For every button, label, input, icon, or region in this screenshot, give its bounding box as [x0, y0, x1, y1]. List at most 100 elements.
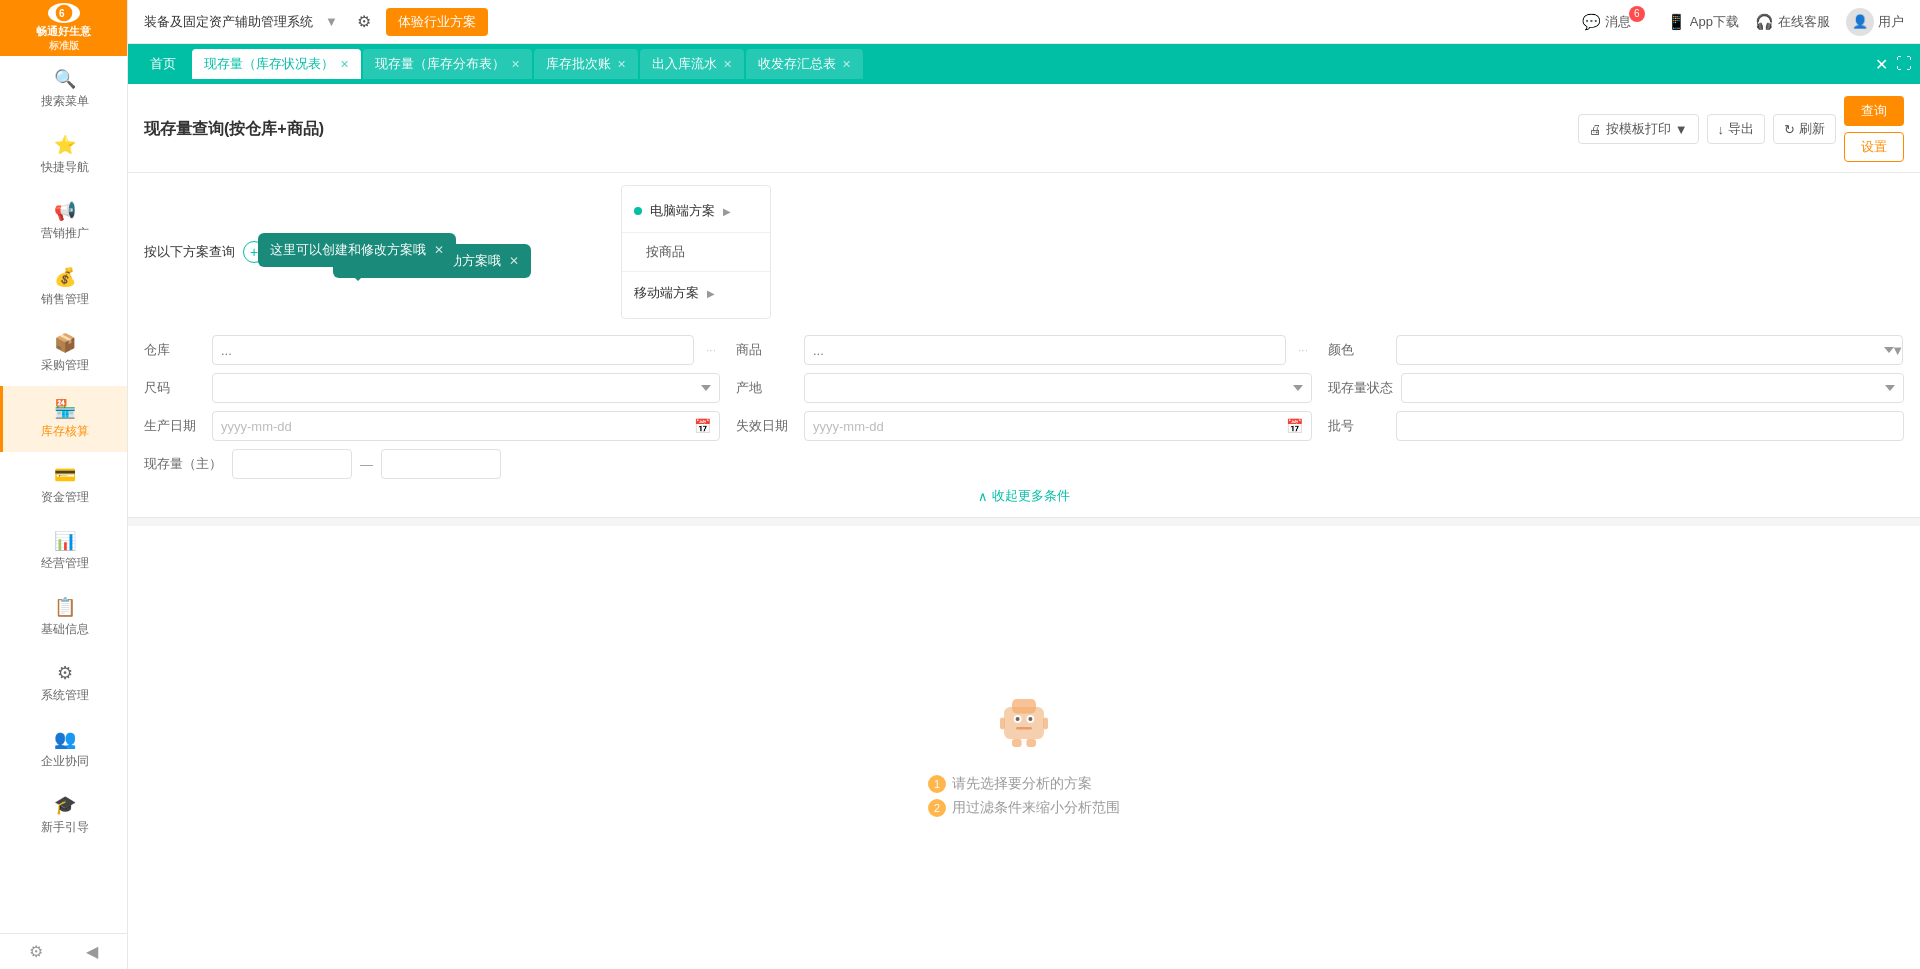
message-icon: 💬: [1582, 13, 1601, 31]
batch-input[interactable]: [1396, 411, 1904, 441]
page-actions: 🖨 按模板打印 ▼ ↓ 导出 ↻ 刷新 查询 设置: [1578, 96, 1904, 162]
system-title: 装备及固定资产辅助管理系统: [144, 13, 313, 31]
tab-bar: 首页 现存量（库存状况表） ✕ 现存量（库存分布表） ✕ 库存批次账 ✕ 出入库…: [128, 44, 1920, 84]
purchase-icon: 📦: [54, 332, 76, 354]
sidebar-item-marketing[interactable]: 📢 营销推广: [0, 188, 127, 254]
app-download-btn[interactable]: 📱 App下载: [1667, 13, 1739, 31]
refresh-btn[interactable]: ↻ 刷新: [1773, 114, 1836, 144]
production-date-placeholder: yyyy-mm-dd: [221, 419, 292, 434]
desktop-scheme-item[interactable]: 电脑端方案 ▶: [622, 194, 770, 228]
color-label: 颜色: [1328, 341, 1388, 359]
template-print-btn[interactable]: 🖨 按模板打印 ▼: [1578, 114, 1699, 144]
production-date-input[interactable]: yyyy-mm-dd 📅: [212, 411, 720, 441]
stock-status-label: 现存量状态: [1328, 379, 1393, 397]
svg-rect-12: [1026, 739, 1036, 747]
tooltip-close-btn[interactable]: ✕: [509, 254, 519, 268]
stock-status-filter: 现存量状态: [1328, 373, 1904, 403]
tab-close-icon[interactable]: ✕: [340, 58, 349, 71]
tab-close-icon[interactable]: ✕: [511, 58, 520, 71]
sidebar-item-label: 营销推广: [41, 225, 89, 242]
tooltip2-close-btn[interactable]: ✕: [434, 243, 444, 257]
avatar: 👤: [1846, 8, 1874, 36]
goods-input[interactable]: [804, 335, 1286, 365]
add-icon: +: [250, 244, 258, 260]
finance-icon: 💳: [54, 464, 76, 486]
export-btn[interactable]: ↓ 导出: [1707, 114, 1766, 144]
calendar-icon2: 📅: [1286, 418, 1303, 434]
sidebar-item-collab[interactable]: 👥 企业协同: [0, 716, 127, 782]
tab-summary[interactable]: 收发存汇总表 ✕: [746, 49, 863, 79]
size-filter: 尺码: [144, 373, 720, 403]
filter-grid-row3: 生产日期 yyyy-mm-dd 📅 失效日期 yyyy-mm-dd 📅 批号: [144, 411, 1904, 441]
collapse-btn[interactable]: ∧ 收起更多条件: [144, 487, 1904, 505]
warehouse-input[interactable]: [212, 335, 694, 365]
svg-rect-3: [1012, 699, 1036, 713]
stock-qty-min-input[interactable]: [232, 449, 352, 479]
phone-icon: 📱: [1667, 13, 1686, 31]
template-print-label: 按模板打印: [1606, 120, 1671, 138]
sidebar-item-label: 库存核算: [41, 423, 89, 440]
support-icon: 🎧: [1755, 13, 1774, 31]
origin-select[interactable]: [804, 373, 1312, 403]
stock-status-select[interactable]: [1401, 373, 1904, 403]
header-settings-icon[interactable]: ⚙: [350, 8, 378, 36]
tab-close-icon[interactable]: ✕: [617, 58, 626, 71]
user-btn[interactable]: 👤 用户: [1846, 8, 1904, 36]
origin-filter: 产地: [736, 373, 1312, 403]
sidebar-item-management[interactable]: 📊 经营管理: [0, 518, 127, 584]
industry-btn[interactable]: 体验行业方案: [386, 8, 488, 36]
production-date-label: 生产日期: [144, 417, 204, 435]
inventory-icon: 🏪: [54, 398, 76, 420]
reset-btn[interactable]: 设置: [1844, 132, 1904, 162]
sidebar-item-system[interactable]: ⚙ 系统管理: [0, 650, 127, 716]
expiry-date-input[interactable]: yyyy-mm-dd 📅: [804, 411, 1312, 441]
color-filter: 颜色 ▼: [1328, 335, 1904, 365]
stock-qty-max-input[interactable]: [381, 449, 501, 479]
color-select[interactable]: [1396, 335, 1903, 365]
sidebar-item-guide[interactable]: 🎓 新手引导: [0, 782, 127, 848]
tab-close-icon[interactable]: ✕: [723, 58, 732, 71]
step2-text: 用过滤条件来缩小分析范围: [952, 799, 1120, 817]
tab-close-all-icon[interactable]: ✕: [1875, 55, 1888, 74]
tab-close-icon[interactable]: ✕: [842, 58, 851, 71]
origin-label: 产地: [736, 379, 796, 397]
sidebar-item-finance[interactable]: 💳 资金管理: [0, 452, 127, 518]
search-btn[interactable]: 查询: [1844, 96, 1904, 126]
tab-home[interactable]: 首页: [136, 49, 190, 79]
sidebar-footer: ⚙ ◀: [0, 933, 127, 969]
empty-illustration: [984, 679, 1064, 759]
sidebar-item-label: 系统管理: [41, 687, 89, 704]
base-info-icon: 📋: [54, 596, 76, 618]
sidebar-item-purchase[interactable]: 📦 采购管理: [0, 320, 127, 386]
sidebar-settings-btn[interactable]: ⚙: [29, 942, 43, 961]
size-select[interactable]: [212, 373, 720, 403]
search-icon: 🔍: [54, 68, 76, 90]
tab-label: 现存量（库存分布表）: [375, 55, 505, 73]
page-title-row: 现存量查询(按仓库+商品) 🖨 按模板打印 ▼ ↓ 导出 ↻ 刷新: [144, 96, 1904, 162]
filter-area: 按以下方案查询 + ✎ ← 电脑方案可设为移动方案哦 ✕: [128, 173, 1920, 518]
scheme-panel: 电脑端方案 ▶ 按商品 移动端方案 ▶: [621, 185, 771, 319]
app-badge: 标准版: [49, 39, 79, 53]
mobile-scheme-item[interactable]: 移动端方案 ▶: [622, 276, 770, 310]
user-label: 用户: [1878, 13, 1904, 31]
tab-expand-icon[interactable]: ⛶: [1896, 55, 1912, 74]
sidebar-item-sales[interactable]: 💰 销售管理: [0, 254, 127, 320]
refresh-icon: ↻: [1784, 122, 1795, 137]
sub-scheme-item[interactable]: 按商品: [622, 237, 770, 267]
sidebar-item-label: 基础信息: [41, 621, 89, 638]
sidebar-collapse-btn[interactable]: ◀: [86, 942, 98, 961]
sidebar-item-nav[interactable]: ⭐ 快捷导航: [0, 122, 127, 188]
tab-inventory-status[interactable]: 现存量（库存状况表） ✕: [192, 49, 361, 79]
logo-icon: 6: [48, 3, 80, 23]
sidebar-item-base-info[interactable]: 📋 基础信息: [0, 584, 127, 650]
tab-inout[interactable]: 出入库流水 ✕: [640, 49, 744, 79]
tab-inventory-dist[interactable]: 现存量（库存分布表） ✕: [363, 49, 532, 79]
sidebar-item-label: 企业协同: [41, 753, 89, 770]
sidebar-item-search[interactable]: 🔍 搜索菜单: [0, 56, 127, 122]
messages-badge: 6: [1629, 6, 1645, 22]
empty-area: 1 请先选择要分析的方案 2 用过滤条件来缩小分析范围: [128, 526, 1920, 969]
tab-batch[interactable]: 库存批次账 ✕: [534, 49, 638, 79]
sidebar-item-inventory[interactable]: 🏪 库存核算: [0, 386, 127, 452]
online-support-btn[interactable]: 🎧 在线客服: [1755, 13, 1830, 31]
messages-btn[interactable]: 💬 消息 6: [1582, 13, 1651, 31]
